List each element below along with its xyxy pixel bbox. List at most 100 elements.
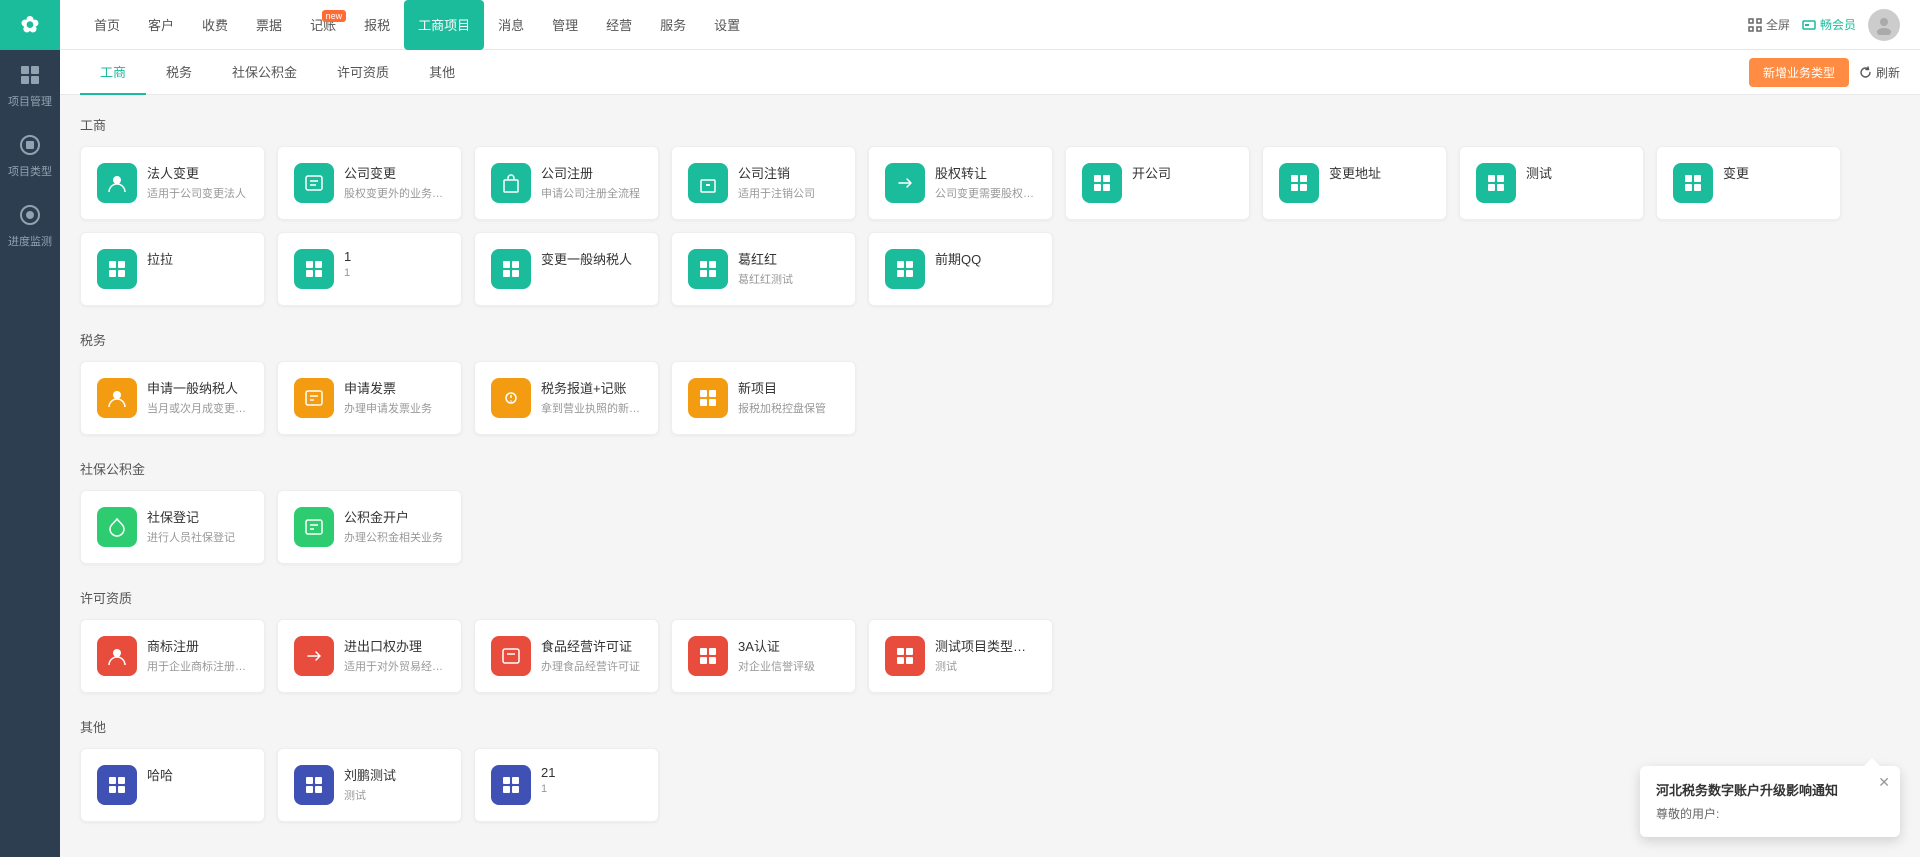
card-company-change[interactable]: 公司变更 股权变更外的业务变更 [277,146,462,220]
nav-operation[interactable]: 经营 [592,0,646,50]
tab-other[interactable]: 其他 [409,50,475,95]
logo: ✿ [0,0,60,50]
card-name: 申请一般纳税人 [147,378,248,397]
add-type-button[interactable]: 新增业务类型 [1749,58,1849,87]
sidebar-item-project-manage[interactable]: 项目管理 [0,50,60,120]
card-change[interactable]: 变更 [1656,146,1841,220]
tab-gongshang[interactable]: 工商 [80,50,146,95]
nav-manage[interactable]: 管理 [538,0,592,50]
card-info-trademark: 商标注册 用于企业商标注册服务 [147,636,248,674]
card-desc: 适用于注销公司 [738,185,839,201]
nav-customer[interactable]: 客户 [134,0,188,50]
card-name: 变更地址 [1329,163,1430,182]
card-name: 前期QQ [935,249,1036,268]
card-info-food-license: 食品经营许可证 办理食品经营许可证 [541,636,642,674]
nav-bizproject[interactable]: 工商项目 [404,0,484,50]
card-gehonghong[interactable]: 葛红红 葛红红测试 [671,232,856,306]
sidebar-item-project-type[interactable]: 项目类型 [0,120,60,190]
card-fund-open[interactable]: 公积金开户 办理公积金相关业务 [277,490,462,564]
card-name: 税务报道+记账 [541,378,642,397]
card-3a-cert[interactable]: 3A认证 对企业信誉评级 [671,619,856,693]
card-info-gehonghong: 葛红红 葛红红测试 [738,249,839,287]
card-qianqiQQ[interactable]: 前期QQ [868,232,1053,306]
nav-invoice[interactable]: 票据 [242,0,296,50]
card-twenty-one[interactable]: 21 1 [474,748,659,822]
nav-service[interactable]: 服务 [646,0,700,50]
card-desc: 1 [344,267,445,279]
card-desc: 办理公积金相关业务 [344,529,445,545]
card-change-taxpayer[interactable]: 变更一般纳税人 [474,232,659,306]
card-food-license[interactable]: 食品经营许可证 办理食品经营许可证 [474,619,659,693]
card-new-project[interactable]: 新项目 报税加税控盘保管 [671,361,856,435]
card-name: 公司变更 [344,163,445,182]
card-apply-invoice[interactable]: 申请发票 办理申请发票业务 [277,361,462,435]
fullscreen-button[interactable]: 全屏 [1748,16,1790,33]
tab-shuiwu[interactable]: 税务 [146,50,212,95]
tab-xuke[interactable]: 许可资质 [317,50,409,95]
card-open-company[interactable]: 开公司 [1065,146,1250,220]
card-icon-haha [97,765,137,805]
nav-home[interactable]: 首页 [80,0,134,50]
tabs-actions: 新增业务类型 刷新 [1749,58,1900,87]
card-company-cancel[interactable]: 公司注销 适用于注销公司 [671,146,856,220]
card-icon-company-change [294,163,334,203]
card-name: 测试项目类型目定义 [935,636,1036,655]
nav-tax[interactable]: 报税 [350,0,404,50]
card-liupeng-test[interactable]: 刘鹏测试 测试 [277,748,462,822]
notification-close-button[interactable]: ✕ [1878,774,1890,791]
card-one[interactable]: 1 1 [277,232,462,306]
card-name: 21 [541,765,642,780]
card-info-company-change: 公司变更 股权变更外的业务变更 [344,163,445,201]
card-name: 拉拉 [147,249,248,268]
notification-text: 尊敬的用户: [1656,805,1884,823]
card-desc: 1 [541,783,642,795]
card-apply-taxpayer[interactable]: 申请一般纳税人 当月或次月成变更完成 [80,361,265,435]
card-info-import-export: 进出口权办理 适用于对外贸易经营者 [344,636,445,674]
card-trademark[interactable]: 商标注册 用于企业商标注册服务 [80,619,265,693]
member-label: 畅会员 [1820,16,1856,33]
card-name: 公积金开户 [344,507,445,526]
card-tax-report[interactable]: 税务报道+记账 拿到营业执照的新公司 [474,361,659,435]
card-name: 3A认证 [738,636,839,655]
card-info-lala: 拉拉 [147,249,248,271]
card-change-address[interactable]: 变更地址 [1262,146,1447,220]
card-equity-transfer[interactable]: 股权转让 公司变更需要股权转让 [868,146,1053,220]
card-icon-apply-invoice [294,378,334,418]
card-icon-liupeng-test [294,765,334,805]
notification-popup: ✕ 河北税务数字账户升级影响通知 尊敬的用户: [1640,766,1900,837]
card-company-register[interactable]: 公司注册 申请公司注册全流程 [474,146,659,220]
member-button[interactable]: 畅会员 [1802,16,1856,33]
card-name: 公司注册 [541,163,642,182]
card-info-tax-report: 税务报道+记账 拿到营业执照的新公司 [541,378,642,416]
card-icon-test [1476,163,1516,203]
tab-shebao[interactable]: 社保公积金 [212,50,317,95]
progress-icon [16,201,44,229]
card-lala[interactable]: 拉拉 [80,232,265,306]
nav-billing[interactable]: 收费 [188,0,242,50]
tabs-bar: 工商 税务 社保公积金 许可资质 其他 新增业务类型 刷新 [60,50,1920,95]
card-test[interactable]: 测试 [1459,146,1644,220]
card-desc: 拿到营业执照的新公司 [541,400,642,416]
scroll-content: 工商 法人变更 适用于公司变更法人 [60,95,1920,857]
card-name: 测试 [1526,163,1627,182]
avatar[interactable] [1868,9,1900,41]
card-haha[interactable]: 哈哈 [80,748,265,822]
card-desc: 用于企业商标注册服务 [147,658,248,674]
card-icon-one [294,249,334,289]
card-import-export[interactable]: 进出口权办理 适用于对外贸易经营者 [277,619,462,693]
nav-messages[interactable]: 消息 [484,0,538,50]
nav-bookkeeping[interactable]: 记账 new [296,0,350,50]
card-name: 刘鹏测试 [344,765,445,784]
refresh-button[interactable]: 刷新 [1859,64,1900,81]
new-badge: new [322,10,347,22]
card-name: 社保登记 [147,507,248,526]
nav-settings[interactable]: 设置 [700,0,754,50]
section-title-shuiwu: 税务 [80,330,1900,349]
card-social-register[interactable]: 社保登记 进行人员社保登记 [80,490,265,564]
card-test-type[interactable]: 测试项目类型目定义 测试 [868,619,1053,693]
sidebar-item-progress[interactable]: 进度监测 [0,190,60,260]
card-name: 1 [344,249,445,264]
card-legal-change[interactable]: 法人变更 适用于公司变更法人 [80,146,265,220]
top-nav: 首页 客户 收费 票据 记账 new 报税 工商项目 消息 管理 经营 服务 设… [60,0,1920,50]
project-type-icon [16,131,44,159]
